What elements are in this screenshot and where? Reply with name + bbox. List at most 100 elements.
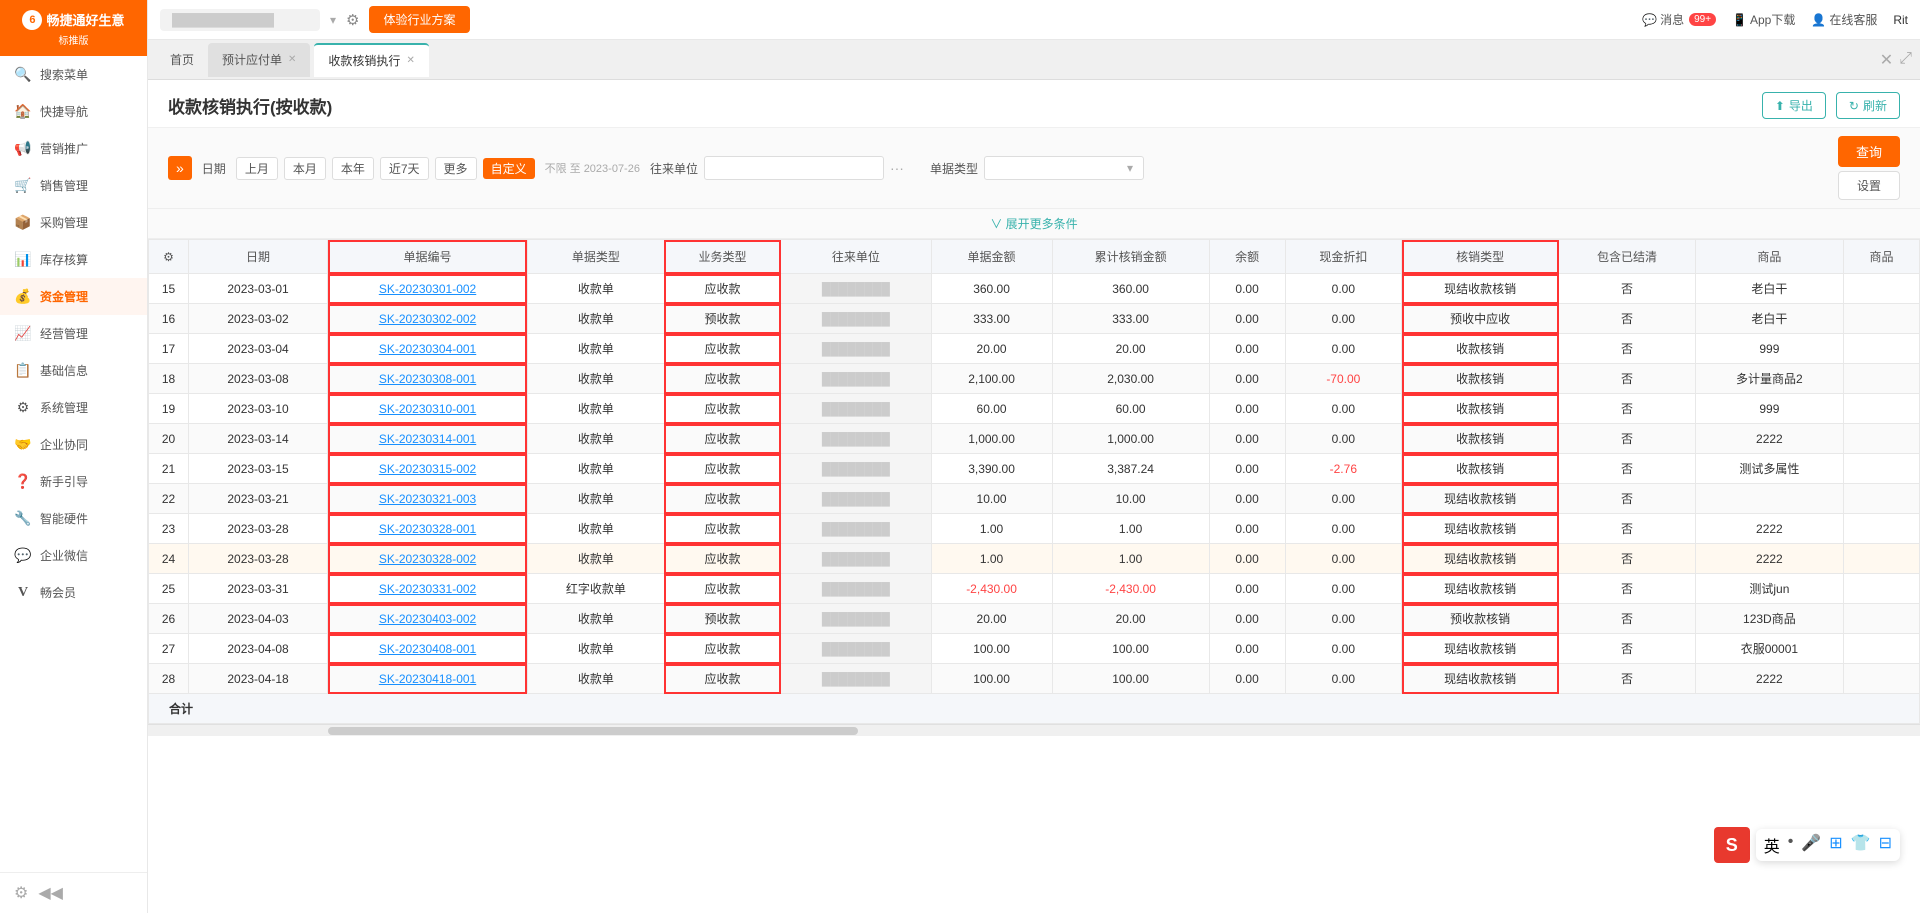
- row-date: 2023-03-21: [189, 484, 328, 514]
- row-doc-no[interactable]: SK-20230301-002: [328, 274, 528, 304]
- row-doc-no[interactable]: SK-20230328-001: [328, 514, 528, 544]
- row-doc-type: 收款单: [527, 634, 664, 664]
- row-doc-no[interactable]: SK-20230302-002: [328, 304, 528, 334]
- sidebar-item-wechat[interactable]: 💬 企业微信: [0, 537, 147, 574]
- row-doc-no[interactable]: SK-20230403-002: [328, 604, 528, 634]
- topbar-dropdown-arrow[interactable]: ▾: [330, 13, 336, 27]
- sidebar-item-label: 系统管理: [40, 399, 88, 416]
- sidebar-item-search[interactable]: 🔍 搜索菜单: [0, 56, 147, 93]
- row-goods: 测试多属性: [1695, 454, 1843, 484]
- purchase-icon: 📦: [14, 214, 32, 231]
- table-row: 192023-03-10SK-20230310-001收款单应收款███████…: [149, 394, 1920, 424]
- row-doc-no[interactable]: SK-20230308-001: [328, 364, 528, 394]
- topbar-service[interactable]: 👤 在线客服: [1811, 11, 1877, 28]
- tab-maximize-icon[interactable]: ⤢: [1899, 50, 1912, 70]
- watermark-mic-icon[interactable]: 🎤: [1801, 833, 1821, 857]
- row-doc-no[interactable]: SK-20230310-001: [328, 394, 528, 424]
- sidebar-item-label: 畅会员: [40, 584, 76, 601]
- sidebar-item-quick[interactable]: 🏠 快捷导航: [0, 93, 147, 130]
- export-button[interactable]: ⬆ 导出: [1762, 92, 1826, 119]
- more-button[interactable]: 更多: [435, 157, 477, 180]
- row-goods: 老白干: [1695, 274, 1843, 304]
- row-doc-no[interactable]: SK-20230304-001: [328, 334, 528, 364]
- topbar-gear-icon[interactable]: ⚙: [346, 11, 359, 29]
- row-doc-no[interactable]: SK-20230408-001: [328, 634, 528, 664]
- col-biz-type: 业务类型: [664, 240, 781, 274]
- last-month-button[interactable]: 上月: [236, 157, 278, 180]
- row-doc-no[interactable]: SK-20230321-003: [328, 484, 528, 514]
- filter-unit-input[interactable]: [704, 156, 884, 180]
- watermark-shirt-icon[interactable]: 👕: [1851, 833, 1871, 857]
- row-date: 2023-03-08: [189, 364, 328, 394]
- row-discount: 0.00: [1285, 424, 1402, 454]
- this-year-button[interactable]: 本年: [332, 157, 374, 180]
- tab-minimize-icon[interactable]: ✕: [1880, 50, 1893, 70]
- filter-type-select[interactable]: ▾: [984, 156, 1144, 180]
- sidebar-item-sales[interactable]: 🛒 销售管理: [0, 167, 147, 204]
- watermark-dot-icon[interactable]: •: [1788, 833, 1794, 857]
- table-row: 152023-03-01SK-20230301-002收款单应收款███████…: [149, 274, 1920, 304]
- col-settings[interactable]: ⚙: [149, 240, 189, 274]
- row-doc-no[interactable]: SK-20230314-001: [328, 424, 528, 454]
- refresh-icon: ↻: [1849, 99, 1859, 113]
- this-month-button[interactable]: 本月: [284, 157, 326, 180]
- collapse-icon[interactable]: ◀◀: [38, 883, 63, 903]
- sidebar-item-system[interactable]: ⚙ 系统管理: [0, 389, 147, 426]
- topbar-app-download[interactable]: 📱 App下载: [1732, 11, 1795, 28]
- tab-collection[interactable]: 收款核销执行 ✕: [314, 43, 428, 77]
- sidebar-item-member[interactable]: V 畅会员: [0, 574, 147, 611]
- row-doc-type: 收款单: [527, 274, 664, 304]
- row-doc-no[interactable]: SK-20230418-001: [328, 664, 528, 694]
- watermark-minus-icon[interactable]: ⊟: [1879, 833, 1892, 857]
- sidebar-item-hardware[interactable]: 🔧 智能硬件: [0, 500, 147, 537]
- solution-button[interactable]: 体验行业方案: [369, 6, 469, 33]
- row-balance: 0.00: [1209, 364, 1285, 394]
- col-accumulated: 累计核销金额: [1052, 240, 1209, 274]
- row-discount: 0.00: [1285, 574, 1402, 604]
- sidebar-item-purchase[interactable]: 📦 采购管理: [0, 204, 147, 241]
- filter-expand-bar[interactable]: ∨ 展开更多条件: [148, 209, 1920, 239]
- row-goods2: [1843, 634, 1919, 664]
- service-label: 在线客服: [1829, 11, 1877, 28]
- sidebar-item-marketing[interactable]: 📢 营销推广: [0, 130, 147, 167]
- sidebar-item-operation[interactable]: 📈 经营管理: [0, 315, 147, 352]
- row-doc-no[interactable]: SK-20230315-002: [328, 454, 528, 484]
- filter-settings-button[interactable]: 设置: [1838, 171, 1900, 200]
- scrollbar-thumb[interactable]: [328, 727, 857, 735]
- tabbar: 首页 预计应付单 ✕ 收款核销执行 ✕ ✕ ⤢: [148, 40, 1920, 80]
- tab-prepay[interactable]: 预计应付单 ✕: [208, 43, 310, 77]
- sidebar-item-inventory[interactable]: 📊 库存核算: [0, 241, 147, 278]
- row-doc-type: 收款单: [527, 334, 664, 364]
- tab-prepay-close[interactable]: ✕: [288, 54, 296, 65]
- row-no: 28: [149, 664, 189, 694]
- row-include-settled: 否: [1559, 514, 1696, 544]
- row-no: 24: [149, 544, 189, 574]
- row-balance: 0.00: [1209, 664, 1285, 694]
- sidebar-item-basic[interactable]: 📋 基础信息: [0, 352, 147, 389]
- topbar-search-box: ████████████: [160, 9, 320, 31]
- table-scrollbar[interactable]: [148, 724, 1920, 736]
- row-doc-no[interactable]: SK-20230328-002: [328, 544, 528, 574]
- topbar-user[interactable]: Rit: [1893, 13, 1908, 27]
- settings-icon[interactable]: ⚙: [14, 883, 28, 903]
- row-biz-type: 应收款: [664, 664, 781, 694]
- custom-button[interactable]: 自定义: [483, 158, 535, 179]
- refresh-button[interactable]: ↻ 刷新: [1836, 92, 1900, 119]
- watermark-grid-icon[interactable]: ⊞: [1829, 833, 1842, 857]
- row-biz-type: 应收款: [664, 454, 781, 484]
- recent7-button[interactable]: 近7天: [380, 157, 429, 180]
- filter-dots-icon[interactable]: ···: [890, 160, 904, 176]
- topbar-message[interactable]: 💬 消息 99+: [1642, 11, 1716, 28]
- sidebar-item-label: 库存核算: [40, 251, 88, 268]
- query-button[interactable]: 查询: [1838, 136, 1900, 167]
- row-discount: 0.00: [1285, 634, 1402, 664]
- sidebar-item-corp[interactable]: 🤝 企业协同: [0, 426, 147, 463]
- tab-collection-close[interactable]: ✕: [406, 55, 414, 66]
- watermark-text-icon[interactable]: 英: [1764, 833, 1780, 857]
- filter-toggle-button[interactable]: »: [168, 156, 192, 180]
- sidebar-item-guide[interactable]: ❓ 新手引导: [0, 463, 147, 500]
- sidebar-item-finance[interactable]: 💰 资金管理: [0, 278, 147, 315]
- row-amount: 100.00: [931, 664, 1052, 694]
- row-doc-no[interactable]: SK-20230331-002: [328, 574, 528, 604]
- tab-home[interactable]: 首页: [156, 43, 208, 77]
